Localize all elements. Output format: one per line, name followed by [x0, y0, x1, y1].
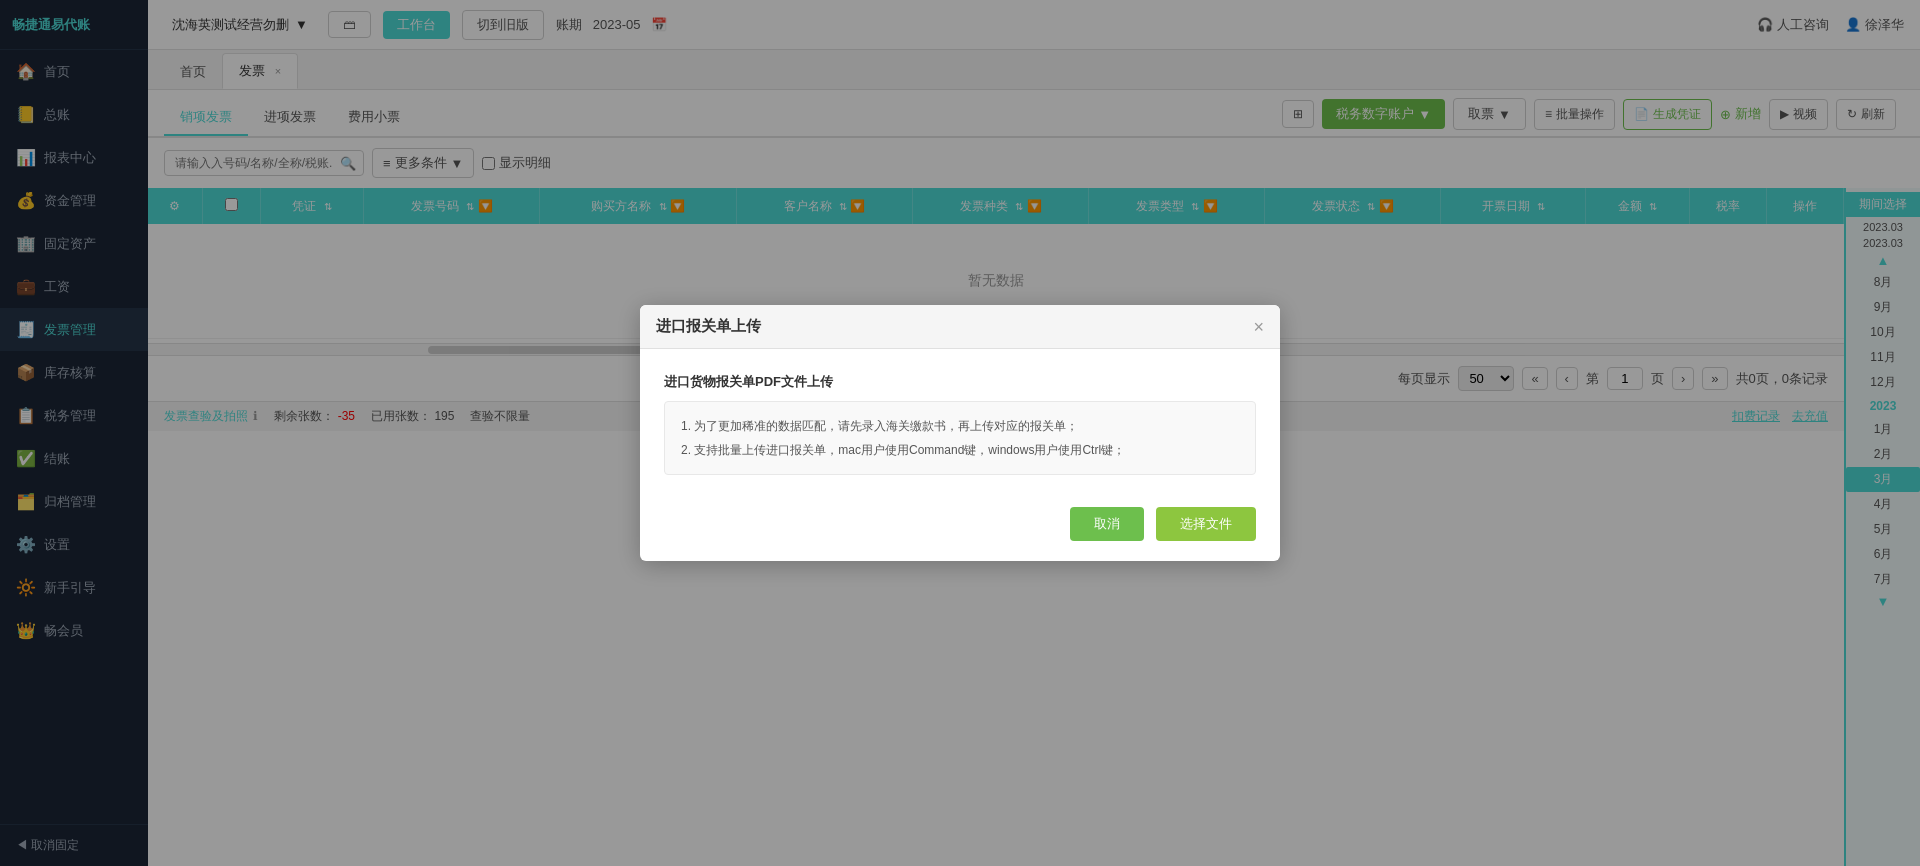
- import-customs-modal: 进口报关单上传 × 进口货物报关单PDF文件上传 1. 为了更加稀准的数据匹配，…: [640, 305, 1280, 561]
- modal-notice-line-2: 2. 支持批量上传进口报关单，mac用户使用Command键，windows用户…: [681, 438, 1239, 462]
- modal-notice: 1. 为了更加稀准的数据匹配，请先录入海关缴款书，再上传对应的报关单； 2. 支…: [664, 401, 1256, 475]
- modal-header: 进口报关单上传 ×: [640, 305, 1280, 349]
- modal-title: 进口报关单上传: [656, 317, 761, 336]
- modal-body: 进口货物报关单PDF文件上传 1. 为了更加稀准的数据匹配，请先录入海关缴款书，…: [640, 349, 1280, 491]
- modal-overlay[interactable]: 进口报关单上传 × 进口货物报关单PDF文件上传 1. 为了更加稀准的数据匹配，…: [0, 0, 1920, 866]
- modal-section-title: 进口货物报关单PDF文件上传: [664, 373, 1256, 391]
- modal-footer: 取消 选择文件: [640, 491, 1280, 561]
- modal-notice-line-1: 1. 为了更加稀准的数据匹配，请先录入海关缴款书，再上传对应的报关单；: [681, 414, 1239, 438]
- modal-cancel-button[interactable]: 取消: [1070, 507, 1144, 541]
- modal-select-file-button[interactable]: 选择文件: [1156, 507, 1256, 541]
- modal-close-button[interactable]: ×: [1253, 318, 1264, 336]
